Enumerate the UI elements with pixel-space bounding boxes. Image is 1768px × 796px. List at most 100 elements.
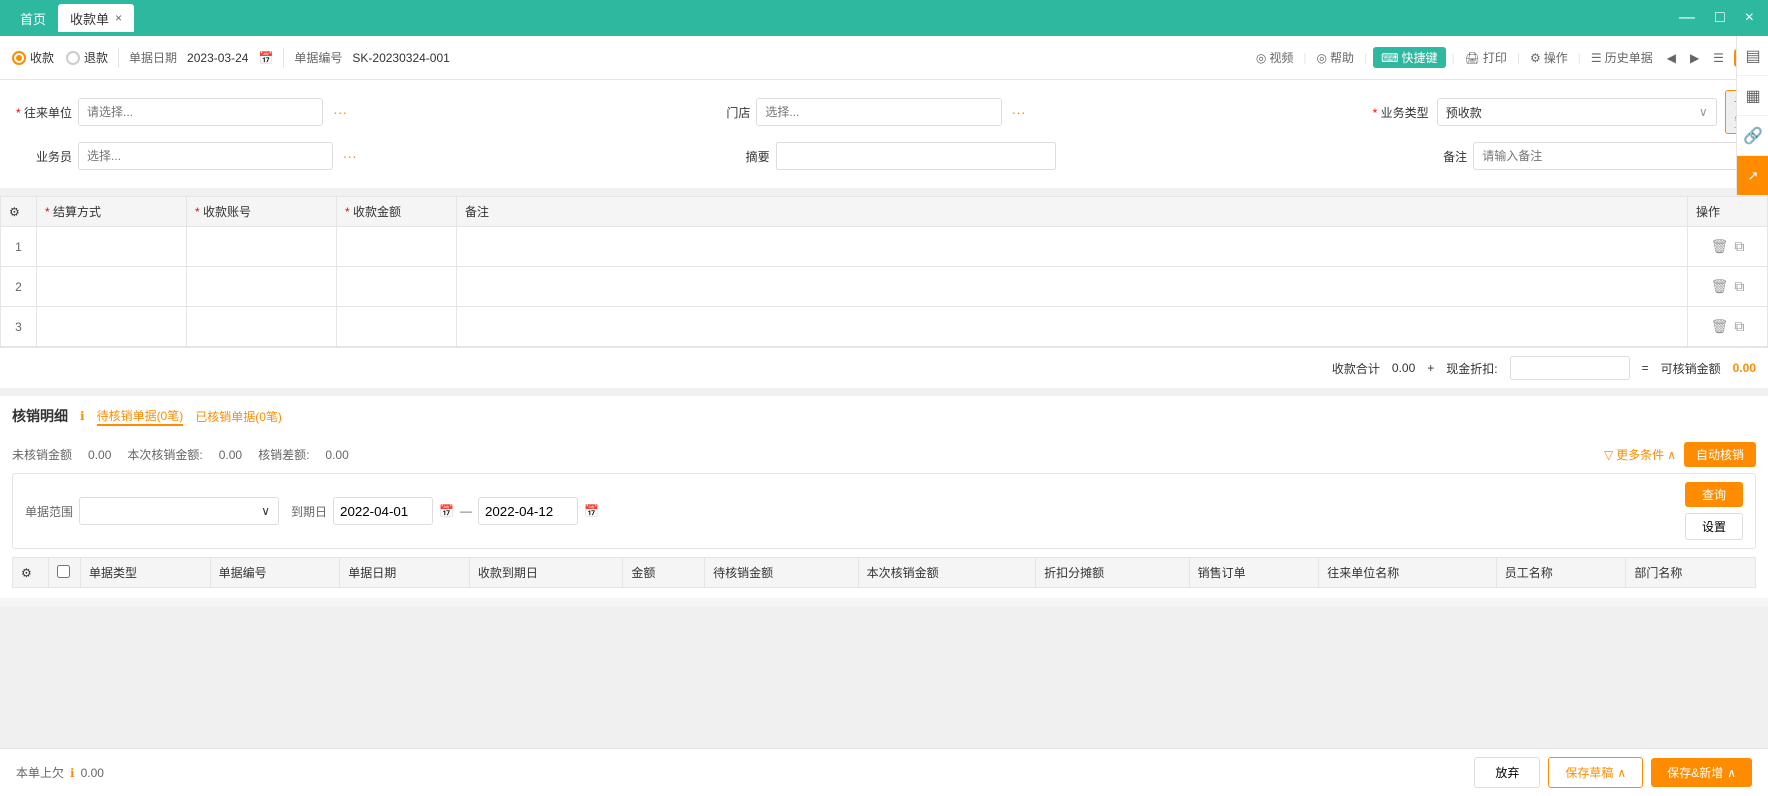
ops-button[interactable]: ⚙ 操作	[1526, 47, 1572, 68]
tab-close-icon[interactable]: ×	[115, 11, 122, 25]
row-2-amount[interactable]	[337, 267, 457, 307]
verify-tab-done[interactable]: 已核销单据(0笔)	[195, 408, 282, 425]
diff-value: 0.00	[325, 448, 348, 462]
row-2-account[interactable]	[187, 267, 337, 307]
divider2	[283, 48, 284, 68]
form-row-1: * 往来单位 ··· 门店 ··· * 业务类型 预收款 ∨ 设置	[12, 90, 1756, 134]
row-2-copy-icon[interactable]: ⧉	[1734, 278, 1744, 295]
filter-settings-button[interactable]: 设置	[1685, 513, 1743, 540]
row-3-account[interactable]	[187, 307, 337, 347]
col-settings-header[interactable]: ⚙	[1, 197, 37, 227]
sidebar-icon-2[interactable]: ▦	[1737, 76, 1768, 116]
verify-title: 核销明细	[12, 406, 68, 426]
unverify-label: 未核销金额	[12, 446, 72, 463]
help-button[interactable]: ◎ 帮助	[1313, 47, 1359, 68]
scroll-area	[0, 598, 1768, 606]
plus-sign: +	[1427, 361, 1434, 375]
verify-tab-pending[interactable]: 待核销单据(0笔)	[97, 407, 184, 426]
row-1-settle[interactable]	[37, 227, 187, 267]
minimize-button[interactable]: —	[1673, 7, 1701, 29]
note-input[interactable]	[1473, 142, 1756, 170]
date-label: 单据日期	[129, 49, 177, 66]
row-1-account[interactable]	[187, 227, 337, 267]
video-button[interactable]: ◎ 视频	[1252, 47, 1298, 68]
staff-more-button[interactable]: ···	[339, 148, 361, 164]
draft-button[interactable]: 保存草稿 ∧	[1548, 757, 1643, 788]
more-conditions-button[interactable]: ▽ 更多条件 ∧	[1604, 446, 1676, 463]
info-icon-bottom: ℹ	[70, 766, 75, 780]
radio-receive[interactable]: 收款	[12, 49, 54, 66]
col-amount-header: * 收款金额	[337, 197, 457, 227]
tab-home[interactable]: 首页	[8, 4, 58, 32]
bottom-right: 放弃 保存草稿 ∧ 保存&新增 ∧	[1474, 757, 1752, 788]
radio-refund-dot	[66, 51, 80, 65]
calendar-end-icon[interactable]: 📅	[584, 504, 599, 518]
sidebar-icon-1[interactable]: ▤	[1737, 36, 1768, 76]
select-all-checkbox[interactable]	[57, 565, 70, 578]
shop-label: 门店	[690, 104, 750, 121]
col-settle-header: * 结算方式	[37, 197, 187, 227]
partner-input[interactable]	[78, 98, 323, 126]
verify-info-icon[interactable]: ℹ	[80, 409, 85, 423]
date-value[interactable]: 2023-03-24	[187, 51, 248, 65]
row-3-copy-icon[interactable]: ⧉	[1734, 318, 1744, 335]
sidebar-icon-4[interactable]: ↗	[1737, 156, 1768, 196]
row-3-remark[interactable]	[457, 307, 1688, 347]
print-button[interactable]: 🖨 打印	[1461, 47, 1511, 68]
bottom-value: 0.00	[81, 766, 104, 780]
sidebar-icon-3[interactable]: 🔗	[1737, 116, 1768, 156]
biz-type-select[interactable]: 预收款 ∨	[1437, 98, 1717, 126]
query-button[interactable]: 查询	[1685, 482, 1743, 507]
row-3-settle[interactable]	[37, 307, 187, 347]
total-label: 收款合计	[1332, 360, 1380, 377]
discount-input[interactable]	[1510, 356, 1630, 380]
calendar-start-icon[interactable]: 📅	[439, 504, 454, 518]
save-new-button[interactable]: 保存&新增 ∧	[1651, 758, 1752, 787]
row-3-delete-icon[interactable]: 🗑	[1711, 318, 1729, 335]
range-select[interactable]: ∨	[79, 497, 279, 525]
divider1	[118, 48, 119, 68]
row-2-settle[interactable]	[37, 267, 187, 307]
radio-receive-dot	[12, 51, 26, 65]
list-view-button[interactable]: ☰	[1709, 49, 1728, 67]
biz-type-value: 预收款	[1446, 104, 1482, 121]
restore-button[interactable]: □	[1709, 7, 1731, 29]
note-label: 备注	[1407, 148, 1467, 165]
row-1-delete-icon[interactable]: 🗑	[1711, 238, 1729, 255]
row-2-remark[interactable]	[457, 267, 1688, 307]
partner-more-button[interactable]: ···	[329, 104, 351, 120]
summary-row: 收款合计 0.00 + 现金折扣: = 可核销金额 0.00	[0, 347, 1768, 388]
due-date-start-input[interactable]	[333, 497, 433, 525]
auto-verify-button[interactable]: 自动核销	[1684, 442, 1756, 467]
close-button[interactable]: ×	[1739, 7, 1760, 29]
sub-col-due-header: 收款到期日	[469, 558, 623, 588]
nav-next-button[interactable]: ▶	[1686, 49, 1703, 67]
radio-refund[interactable]: 退款	[66, 49, 108, 66]
row-2-delete-icon[interactable]: 🗑	[1711, 278, 1729, 295]
row-2-ops: 🗑 ⧉	[1688, 267, 1768, 307]
history-icon: ☰	[1591, 51, 1602, 65]
summary-input[interactable]	[776, 142, 1056, 170]
row-3-amount[interactable]	[337, 307, 457, 347]
sub-col-check-header[interactable]	[49, 558, 81, 588]
sub-col-sales-header: 销售订单	[1189, 558, 1319, 588]
shop-more-button[interactable]: ···	[1008, 104, 1030, 120]
row-1-remark[interactable]	[457, 227, 1688, 267]
sub-col-amount-header: 金额	[623, 558, 705, 588]
shop-input[interactable]	[756, 98, 1001, 126]
row-1-amount[interactable]	[337, 227, 457, 267]
due-date-end-input[interactable]	[478, 497, 578, 525]
abandon-button[interactable]: 放弃	[1474, 757, 1540, 788]
nav-prev-button[interactable]: ◀	[1663, 49, 1680, 67]
tab-active[interactable]: 收款单 ×	[58, 4, 134, 32]
draft-arrow-icon: ∧	[1617, 766, 1626, 780]
sub-col-partner-header: 往来单位名称	[1319, 558, 1496, 588]
this-verify-value: 0.00	[219, 448, 242, 462]
filter-icon: ▽	[1604, 448, 1613, 462]
staff-input[interactable]	[78, 142, 333, 170]
row-1-copy-icon[interactable]: ⧉	[1734, 238, 1744, 255]
shortcut-button[interactable]: ⌨ 快捷键	[1373, 47, 1445, 68]
history-button[interactable]: ☰ 历史单据	[1587, 47, 1657, 68]
calendar-icon[interactable]: 📅	[258, 51, 273, 65]
sub-col-settings-header[interactable]: ⚙	[13, 558, 49, 588]
